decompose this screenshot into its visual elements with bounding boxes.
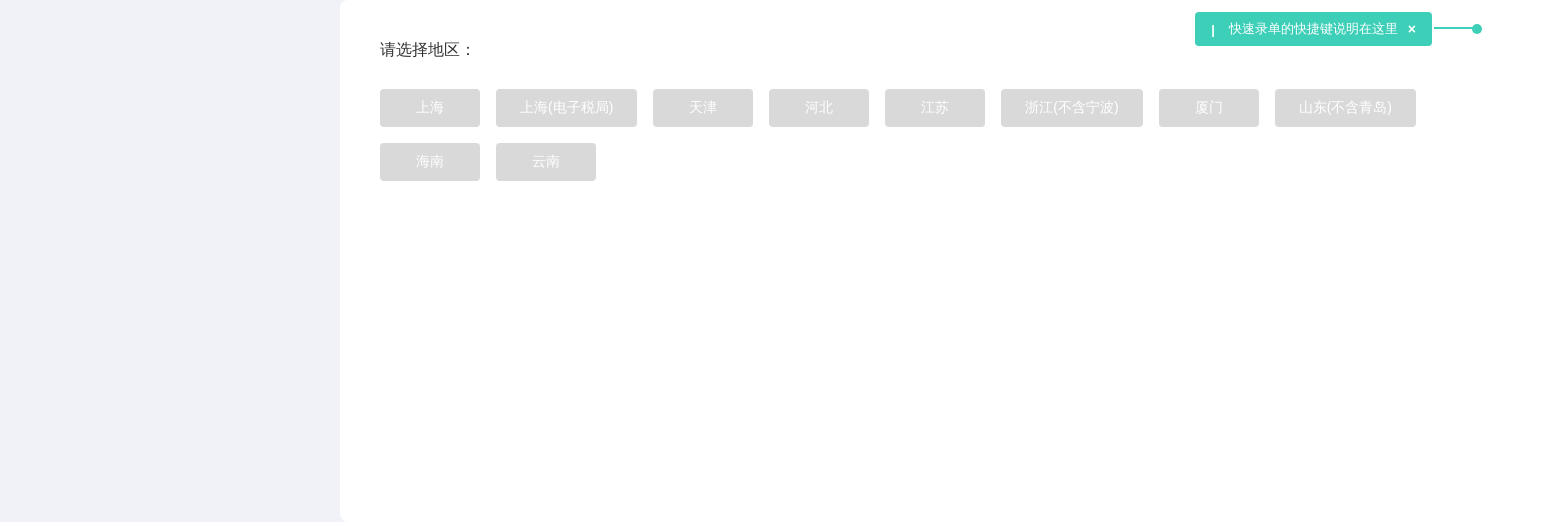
connector-line [1434,27,1474,29]
region-btn-hebei[interactable]: 河北 [769,89,869,127]
region-btn-yunnan[interactable]: 云南 [496,143,596,181]
region-buttons-container: 上海上海(电子税局) 天津河北江苏浙江(不含宁波) 厦门山东(不含青岛) 海南云南 [380,89,1522,181]
tooltip-banner: 快速录单的快捷键说明在这里 × [1195,12,1432,46]
tooltip-text: 快速录单的快捷键说明在这里 [1229,20,1398,38]
main-content: 请选择地区： 上海上海(电子税局)天津河北江苏浙江(不含宁波)厦门山东(不含青岛… [340,0,1562,522]
region-btn-shanghai[interactable]: 上海 [380,89,480,127]
region-btn-jiangsu[interactable]: 江苏 [885,89,985,127]
region-btn-shandong[interactable]: 山东(不含青岛) [1275,89,1416,127]
region-btn-zhejiang[interactable]: 浙江(不含宁波) [1001,89,1142,127]
region-btn-xiamen[interactable]: 厦门 [1159,89,1259,127]
dot-indicator [1472,24,1482,34]
tooltip-close-button[interactable]: × [1408,21,1416,37]
left-sidebar [0,0,340,522]
region-btn-shanghai-etax[interactable]: 上海(电子税局) [496,89,637,127]
region-btn-hainan[interactable]: 海南 [380,143,480,181]
region-btn-tianjin[interactable]: 天津 [653,89,753,127]
